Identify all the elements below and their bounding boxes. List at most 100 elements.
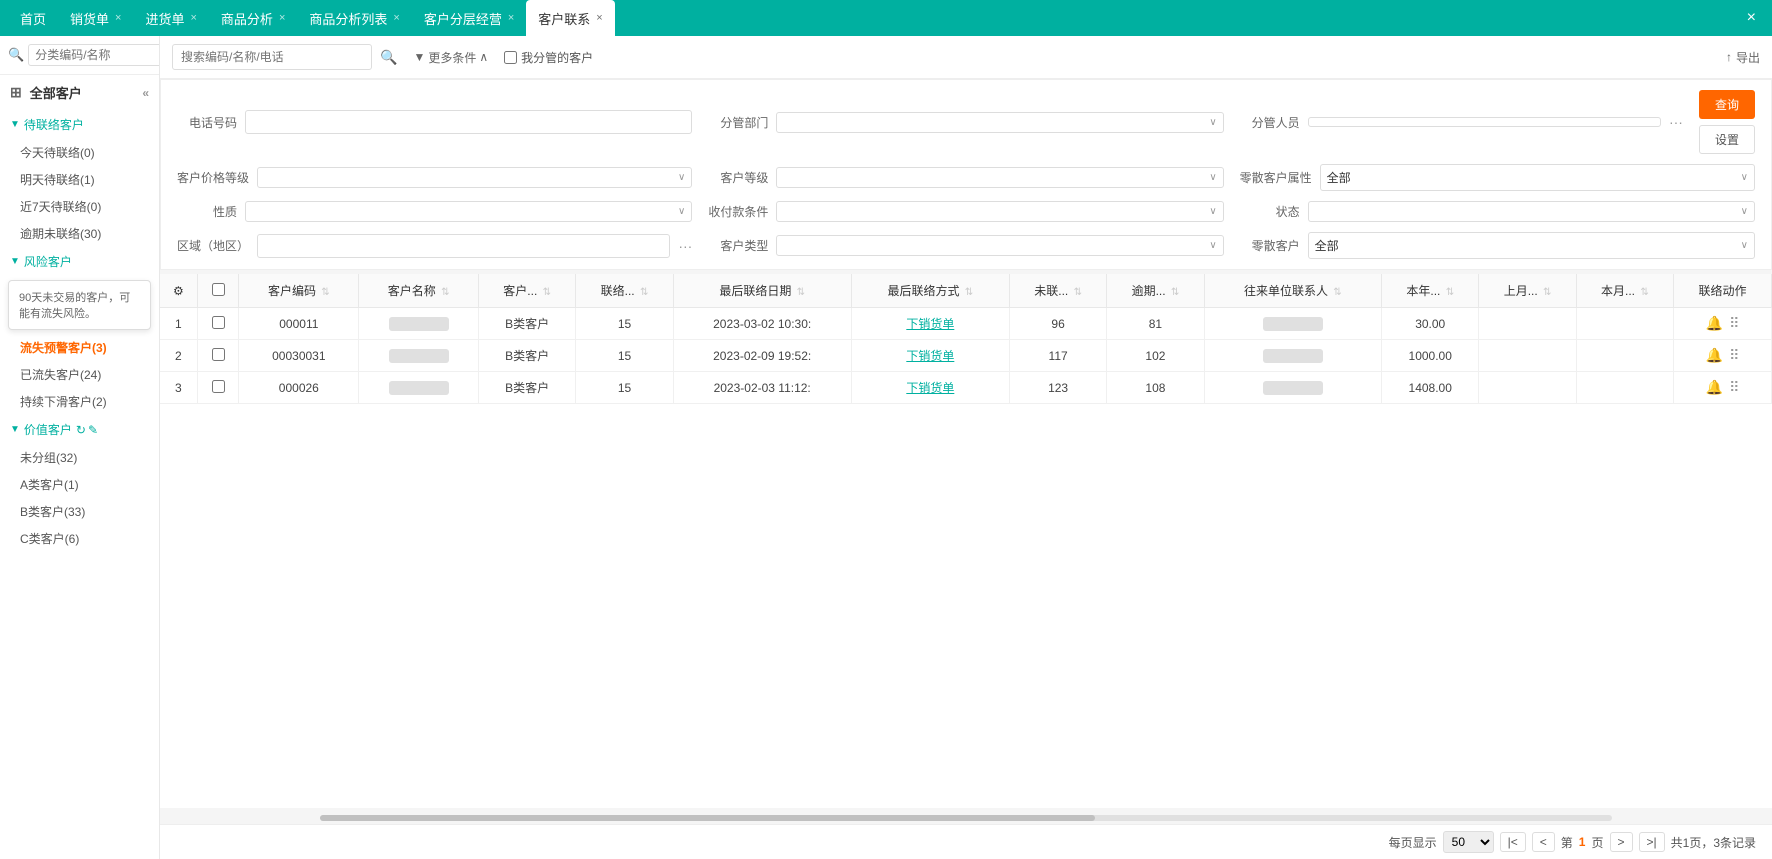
filter-manager-select[interactable] [1308, 117, 1661, 127]
tab-purchase[interactable]: 进货单 × [133, 0, 208, 36]
query-button[interactable]: 查询 [1699, 90, 1755, 119]
sidebar-item-churn-warning[interactable]: 流失预警客户(3) [0, 334, 159, 361]
tab-product-analysis-list[interactable]: 商品分析列表 × [297, 0, 411, 36]
sidebar-item-b-class[interactable]: B类客户(33) [0, 498, 159, 525]
checkbox-col-header[interactable] [197, 274, 239, 308]
filter-nature-select[interactable]: ∨ [245, 201, 692, 222]
contact-count-col-header[interactable]: 联络... ⇅ [576, 274, 673, 308]
tab-customer-tier[interactable]: 客户分层经营 × [412, 0, 526, 36]
search-input[interactable] [172, 44, 372, 70]
close-icon[interactable]: × [279, 12, 285, 24]
filter-customer-type-select[interactable]: ∨ [776, 235, 1223, 256]
filter-payment-select[interactable]: ∨ [776, 201, 1223, 222]
filter-status-select[interactable]: ∨ [1308, 201, 1755, 222]
filter-customer-type-row: 客户类型 ∨ [708, 232, 1223, 259]
overdue-col-header[interactable]: 逾期... ⇅ [1107, 274, 1204, 308]
more-options-icon[interactable]: ··· [1669, 114, 1683, 130]
tab-product-analysis[interactable]: 商品分析 × [209, 0, 297, 36]
sidebar-item-today[interactable]: 今天待联络(0) [0, 139, 159, 166]
region-more-icon[interactable]: ··· [678, 238, 692, 254]
close-icon[interactable]: × [393, 12, 399, 24]
row-checkbox[interactable] [212, 348, 225, 361]
row-last-way[interactable]: 下销货单 [851, 308, 1009, 340]
contact-way-link[interactable]: 下销货单 [906, 317, 954, 331]
per-page-select[interactable]: 50 100 [1443, 831, 1494, 853]
sidebar-item-churned[interactable]: 已流失客户(24) [0, 361, 159, 388]
name-col-header[interactable]: 客户名称 ⇅ [359, 274, 479, 308]
contact-way-link[interactable]: 下销货单 [906, 349, 954, 363]
sidebar-section-value[interactable]: ▼ 价值客户 ↻ ✎ [0, 415, 159, 444]
settings-col-header[interactable]: ⚙ [160, 274, 197, 308]
type-col-header[interactable]: 客户... ⇅ [479, 274, 576, 308]
sidebar-search-input[interactable] [28, 44, 160, 66]
sidebar-item-7days[interactable]: 近7天待联络(0) [0, 193, 159, 220]
sidebar-item-tomorrow[interactable]: 明天待联络(1) [0, 166, 159, 193]
more-action-icon[interactable]: ⠿ [1729, 315, 1739, 332]
row-actions: 🔔 ⠿ [1674, 372, 1772, 404]
company-contact-col-header[interactable]: 往来单位联系人 ⇅ [1204, 274, 1381, 308]
sidebar-section-risk[interactable]: ▼ 风险客户 [0, 247, 159, 276]
more-action-icon[interactable]: ⠿ [1729, 379, 1739, 396]
prev-page-button[interactable]: < [1532, 832, 1555, 852]
tab-customer-contact[interactable]: 客户联系 × [526, 0, 614, 36]
scrollbar-thumb[interactable] [320, 815, 1095, 821]
contact-way-link[interactable]: 下销货单 [906, 381, 954, 395]
not-contacted-col-header[interactable]: 未联... ⇅ [1009, 274, 1106, 308]
filter-retail-attr-select[interactable]: 全部∨ [1320, 164, 1755, 191]
collapse-icon[interactable]: « [142, 86, 149, 100]
sidebar-item-c-class[interactable]: C类客户(6) [0, 525, 159, 552]
last-month-col-header[interactable]: 上月... ⇅ [1479, 274, 1576, 308]
close-icon[interactable]: × [190, 12, 196, 24]
horizontal-scrollbar[interactable] [160, 812, 1772, 824]
this-month-col-header[interactable]: 本月... ⇅ [1576, 274, 1673, 308]
more-action-icon[interactable]: ⠿ [1729, 347, 1739, 364]
first-page-button[interactable]: |< [1500, 832, 1526, 852]
filter-retail-customer-select[interactable]: 全部∨ [1308, 232, 1755, 259]
contact-action-icon[interactable]: 🔔 [1706, 315, 1723, 332]
all-customers-header[interactable]: ⊞ 全部客户 « [0, 75, 159, 110]
close-all-icon[interactable]: × [1739, 9, 1764, 27]
row-checkbox-cell[interactable] [197, 308, 239, 340]
sidebar-item-declining[interactable]: 持续下滑客户(2) [0, 388, 159, 415]
row-company-contact [1204, 308, 1381, 340]
select-all-checkbox[interactable] [212, 283, 225, 296]
tab-home[interactable]: 首页 [8, 0, 58, 36]
row-checkbox[interactable] [212, 380, 225, 393]
code-col-header[interactable]: 客户编码 ⇅ [239, 274, 359, 308]
close-icon[interactable]: × [115, 12, 121, 24]
sidebar-section-pending[interactable]: ▼ 待联络客户 [0, 110, 159, 139]
contact-action-icon[interactable]: 🔔 [1706, 347, 1723, 364]
tab-sales[interactable]: 销货单 × [58, 0, 133, 36]
next-page-button[interactable]: > [1610, 832, 1633, 852]
row-last-way[interactable]: 下销货单 [851, 340, 1009, 372]
last-contact-date-col-header[interactable]: 最后联络日期 ⇅ [673, 274, 851, 308]
last-page-button[interactable]: >| [1639, 832, 1665, 852]
sidebar-item-ungrouped[interactable]: 未分组(32) [0, 444, 159, 471]
search-button[interactable]: 🔍 [380, 49, 397, 66]
filter-price-level-select[interactable]: ∨ [257, 167, 692, 188]
this-year-col-header[interactable]: 本年... ⇅ [1382, 274, 1479, 308]
scrollbar-track[interactable] [320, 815, 1612, 821]
row-code: 000026 [239, 372, 359, 404]
refresh-icon[interactable]: ↻ [76, 423, 86, 437]
my-customers-checkbox-label[interactable]: 我分管的客户 [504, 49, 593, 66]
close-icon[interactable]: × [508, 12, 514, 24]
sidebar-item-a-class[interactable]: A类客户(1) [0, 471, 159, 498]
my-customers-checkbox[interactable] [504, 51, 517, 64]
close-icon[interactable]: × [596, 12, 602, 24]
filter-dept-select[interactable]: ∨ [776, 112, 1223, 133]
sidebar-item-overdue[interactable]: 逾期未联络(30) [0, 220, 159, 247]
more-conditions-button[interactable]: ▼ 更多条件 ∧ [405, 45, 496, 70]
edit-icon[interactable]: ✎ [88, 423, 98, 437]
filter-phone-input[interactable] [245, 110, 692, 134]
row-checkbox-cell[interactable] [197, 372, 239, 404]
row-checkbox[interactable] [212, 316, 225, 329]
row-checkbox-cell[interactable] [197, 340, 239, 372]
row-last-way[interactable]: 下销货单 [851, 372, 1009, 404]
contact-action-icon[interactable]: 🔔 [1706, 379, 1723, 396]
settings-button[interactable]: 设置 [1699, 125, 1755, 154]
last-contact-way-col-header[interactable]: 最后联络方式 ⇅ [851, 274, 1009, 308]
filter-customer-level-select[interactable]: ∨ [776, 167, 1223, 188]
export-button[interactable]: ↑ 导出 [1726, 49, 1760, 66]
filter-region-input[interactable] [257, 234, 670, 258]
